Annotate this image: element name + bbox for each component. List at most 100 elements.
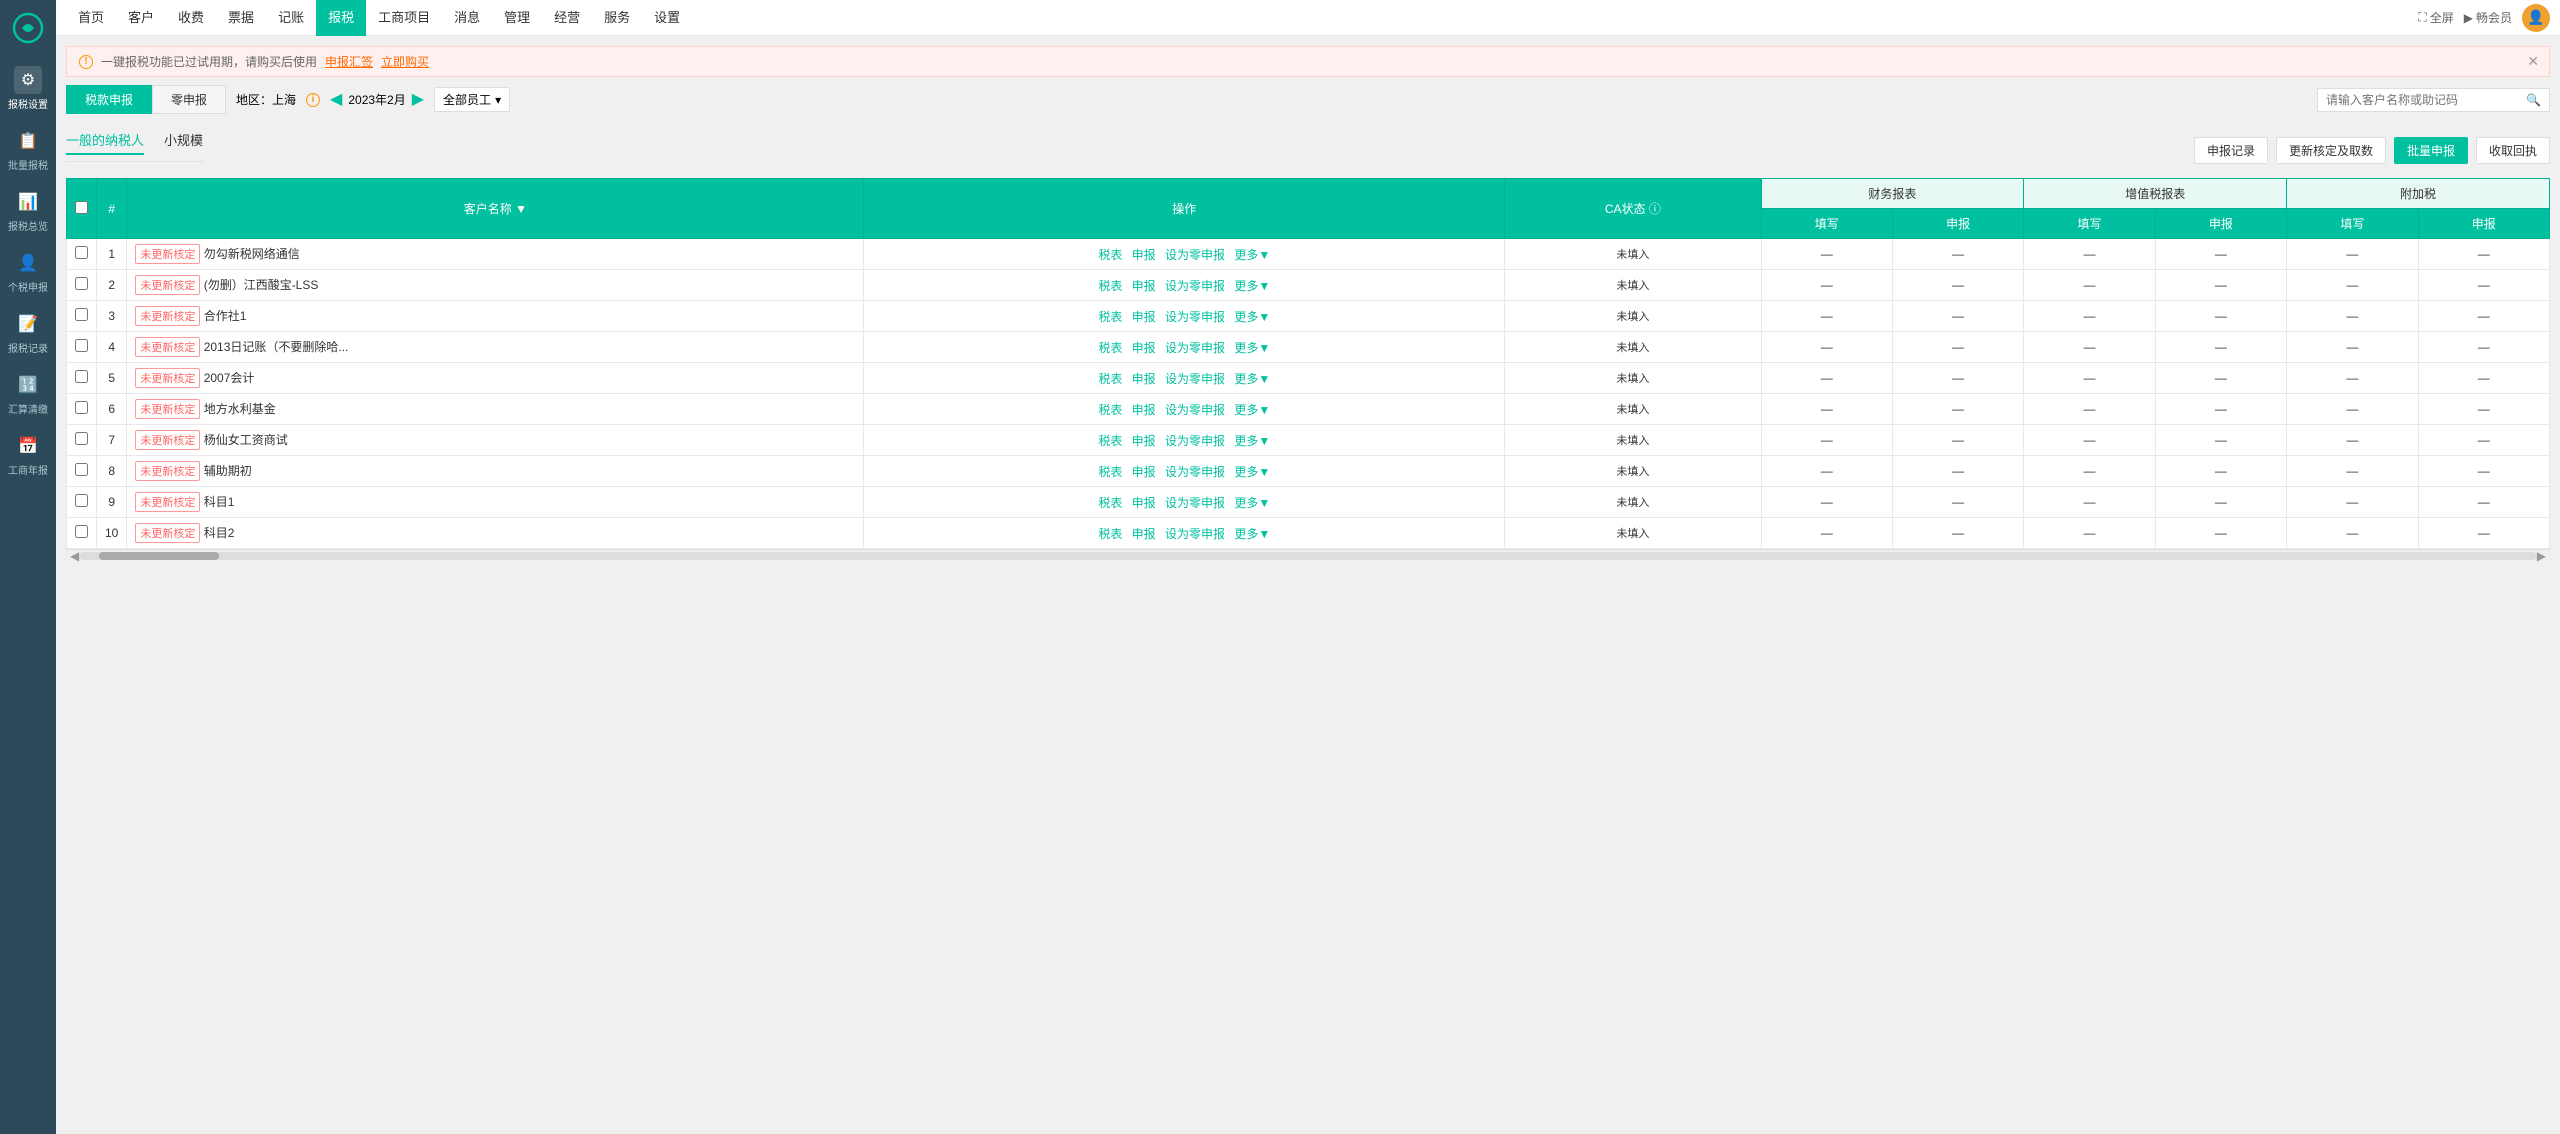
fullscreen-button[interactable]: ⛶ 全屏 (2418, 9, 2453, 26)
row-checkbox-6[interactable] (75, 432, 88, 445)
scroll-right-arrow[interactable]: ▶ (2537, 549, 2546, 563)
op-report-9[interactable]: 申报 (1132, 527, 1156, 541)
row-checkbox-1[interactable] (75, 277, 88, 290)
op-zero-7[interactable]: 设为零申报 (1165, 465, 1225, 479)
op-more-5[interactable]: 更多▼ (1234, 403, 1270, 417)
nav-item-invoice[interactable]: 票据 (216, 0, 266, 36)
retrieve-button[interactable]: 收取回执 (2476, 137, 2550, 164)
op-taxsheet-0[interactable]: 税表 (1098, 248, 1122, 262)
tab-tax-report[interactable]: 税款申报 (66, 85, 152, 114)
sidebar-item-huisuanqingjiao[interactable]: 🔢 汇算清缴 (0, 363, 56, 424)
op-more-4[interactable]: 更多▼ (1234, 372, 1270, 386)
op-more-7[interactable]: 更多▼ (1234, 465, 1270, 479)
nav-item-message[interactable]: 消息 (442, 0, 492, 36)
op-more-1[interactable]: 更多▼ (1234, 279, 1270, 293)
banner-link-report[interactable]: 申报汇签 (325, 53, 373, 70)
row-checkbox-5[interactable] (75, 401, 88, 414)
select-all-checkbox[interactable] (75, 201, 88, 214)
batch-report-button[interactable]: 批量申报 (2394, 137, 2468, 164)
row-tax-fill-8: — (2024, 487, 2155, 518)
op-more-6[interactable]: 更多▼ (1234, 434, 1270, 448)
tab-zero-report[interactable]: 零申报 (152, 85, 226, 114)
sidebar-item-gongshangnianbao[interactable]: 📅 工商年报 (0, 424, 56, 485)
banner-link-buy[interactable]: 立即购买 (381, 53, 429, 70)
op-taxsheet-6[interactable]: 税表 (1098, 434, 1122, 448)
op-report-1[interactable]: 申报 (1132, 279, 1156, 293)
scroll-track[interactable] (79, 552, 2537, 560)
op-report-6[interactable]: 申报 (1132, 434, 1156, 448)
sidebar-item-baoshuizonglan[interactable]: 📊 报税总览 (0, 180, 56, 241)
col-financial-header: 财务报表 (1761, 179, 2024, 209)
date-next-button[interactable]: ▶ (412, 92, 424, 108)
dept-selector[interactable]: 全部员工 ▾ (434, 87, 510, 112)
op-more-3[interactable]: 更多▼ (1234, 341, 1270, 355)
update-quota-button[interactable]: 更新核定及取数 (2276, 137, 2386, 164)
row-checkbox-3[interactable] (75, 339, 88, 352)
op-zero-5[interactable]: 设为零申报 (1165, 403, 1225, 417)
row-checkbox-8[interactable] (75, 494, 88, 507)
sidebar-item-baoshuijilu[interactable]: 📝 报税记录 (0, 302, 56, 363)
sub-tab-small[interactable]: 小规模 (164, 130, 203, 155)
row-checkbox-0[interactable] (75, 246, 88, 259)
user-avatar[interactable]: 👤 (2522, 4, 2550, 32)
sidebar-item-pilanbaoshui[interactable]: 📋 批量报税 (0, 119, 56, 180)
op-taxsheet-9[interactable]: 税表 (1098, 527, 1122, 541)
nav-item-management[interactable]: 管理 (492, 0, 542, 36)
horizontal-scrollbar[interactable]: ◀ ▶ (66, 549, 2550, 561)
op-taxsheet-3[interactable]: 税表 (1098, 341, 1122, 355)
row-checkbox-7[interactable] (75, 463, 88, 476)
op-taxsheet-4[interactable]: 税表 (1098, 372, 1122, 386)
op-report-2[interactable]: 申报 (1132, 310, 1156, 324)
nav-item-home[interactable]: 首页 (66, 0, 116, 36)
status-tag-0: 未更新核定 (135, 244, 200, 264)
scroll-left-arrow[interactable]: ◀ (70, 549, 79, 563)
row-checkbox-9[interactable] (75, 525, 88, 538)
op-taxsheet-5[interactable]: 税表 (1098, 403, 1122, 417)
sidebar-item-baoshuishezhi[interactable]: ⚙ 报税设置 (0, 58, 56, 119)
upgrade-button[interactable]: ▶ 畅会员 (2464, 9, 2512, 26)
op-report-0[interactable]: 申报 (1132, 248, 1156, 262)
op-zero-2[interactable]: 设为零申报 (1165, 310, 1225, 324)
nav-item-tax[interactable]: 报税 (316, 0, 366, 36)
op-zero-8[interactable]: 设为零申报 (1165, 496, 1225, 510)
sidebar-item-geshuishenbao[interactable]: 👤 个税申报 (0, 241, 56, 302)
op-zero-3[interactable]: 设为零申报 (1165, 341, 1225, 355)
table-row: 4 未更新核定 2013日记账（不要删除哈... 税表 申报 设为零申报 更多▼… (67, 332, 2550, 363)
op-more-0[interactable]: 更多▼ (1234, 248, 1270, 262)
op-more-9[interactable]: 更多▼ (1234, 527, 1270, 541)
row-checkbox-4[interactable] (75, 370, 88, 383)
banner-close-button[interactable]: ✕ (2527, 53, 2539, 70)
op-zero-4[interactable]: 设为零申报 (1165, 372, 1225, 386)
nav-item-business[interactable]: 工商项目 (366, 0, 442, 36)
op-report-4[interactable]: 申报 (1132, 372, 1156, 386)
op-more-8[interactable]: 更多▼ (1234, 496, 1270, 510)
op-taxsheet-1[interactable]: 税表 (1098, 279, 1122, 293)
nav-item-accounting[interactable]: 记账 (266, 0, 316, 36)
op-zero-6[interactable]: 设为零申报 (1165, 434, 1225, 448)
op-taxsheet-7[interactable]: 税表 (1098, 465, 1122, 479)
main-area: 首页 客户 收费 票据 记账 报税 工商项目 消息 管理 经营 服务 设置 ⛶ … (56, 0, 2560, 1134)
op-report-8[interactable]: 申报 (1132, 496, 1156, 510)
date-prev-button[interactable]: ◀ (330, 92, 342, 108)
nav-item-client[interactable]: 客户 (116, 0, 166, 36)
report-record-button[interactable]: 申报记录 (2194, 137, 2268, 164)
nav-item-billing[interactable]: 收费 (166, 0, 216, 36)
op-report-5[interactable]: 申报 (1132, 403, 1156, 417)
op-taxsheet-2[interactable]: 税表 (1098, 310, 1122, 324)
op-zero-0[interactable]: 设为零申报 (1165, 248, 1225, 262)
op-report-7[interactable]: 申报 (1132, 465, 1156, 479)
nav-item-settings[interactable]: 设置 (642, 0, 692, 36)
search-input[interactable] (2318, 89, 2518, 111)
op-zero-9[interactable]: 设为零申报 (1165, 527, 1225, 541)
op-report-3[interactable]: 申报 (1132, 341, 1156, 355)
op-taxsheet-8[interactable]: 税表 (1098, 496, 1122, 510)
search-button[interactable]: 🔍 (2518, 89, 2549, 111)
scroll-thumb[interactable] (99, 552, 219, 560)
op-more-2[interactable]: 更多▼ (1234, 310, 1270, 324)
sidebar-label-baoshuizonglan: 报税总览 (8, 218, 48, 233)
nav-item-operation[interactable]: 经营 (542, 0, 592, 36)
sub-tab-general[interactable]: 一般的纳税人 (66, 130, 144, 155)
nav-item-service[interactable]: 服务 (592, 0, 642, 36)
row-checkbox-2[interactable] (75, 308, 88, 321)
op-zero-1[interactable]: 设为零申报 (1165, 279, 1225, 293)
